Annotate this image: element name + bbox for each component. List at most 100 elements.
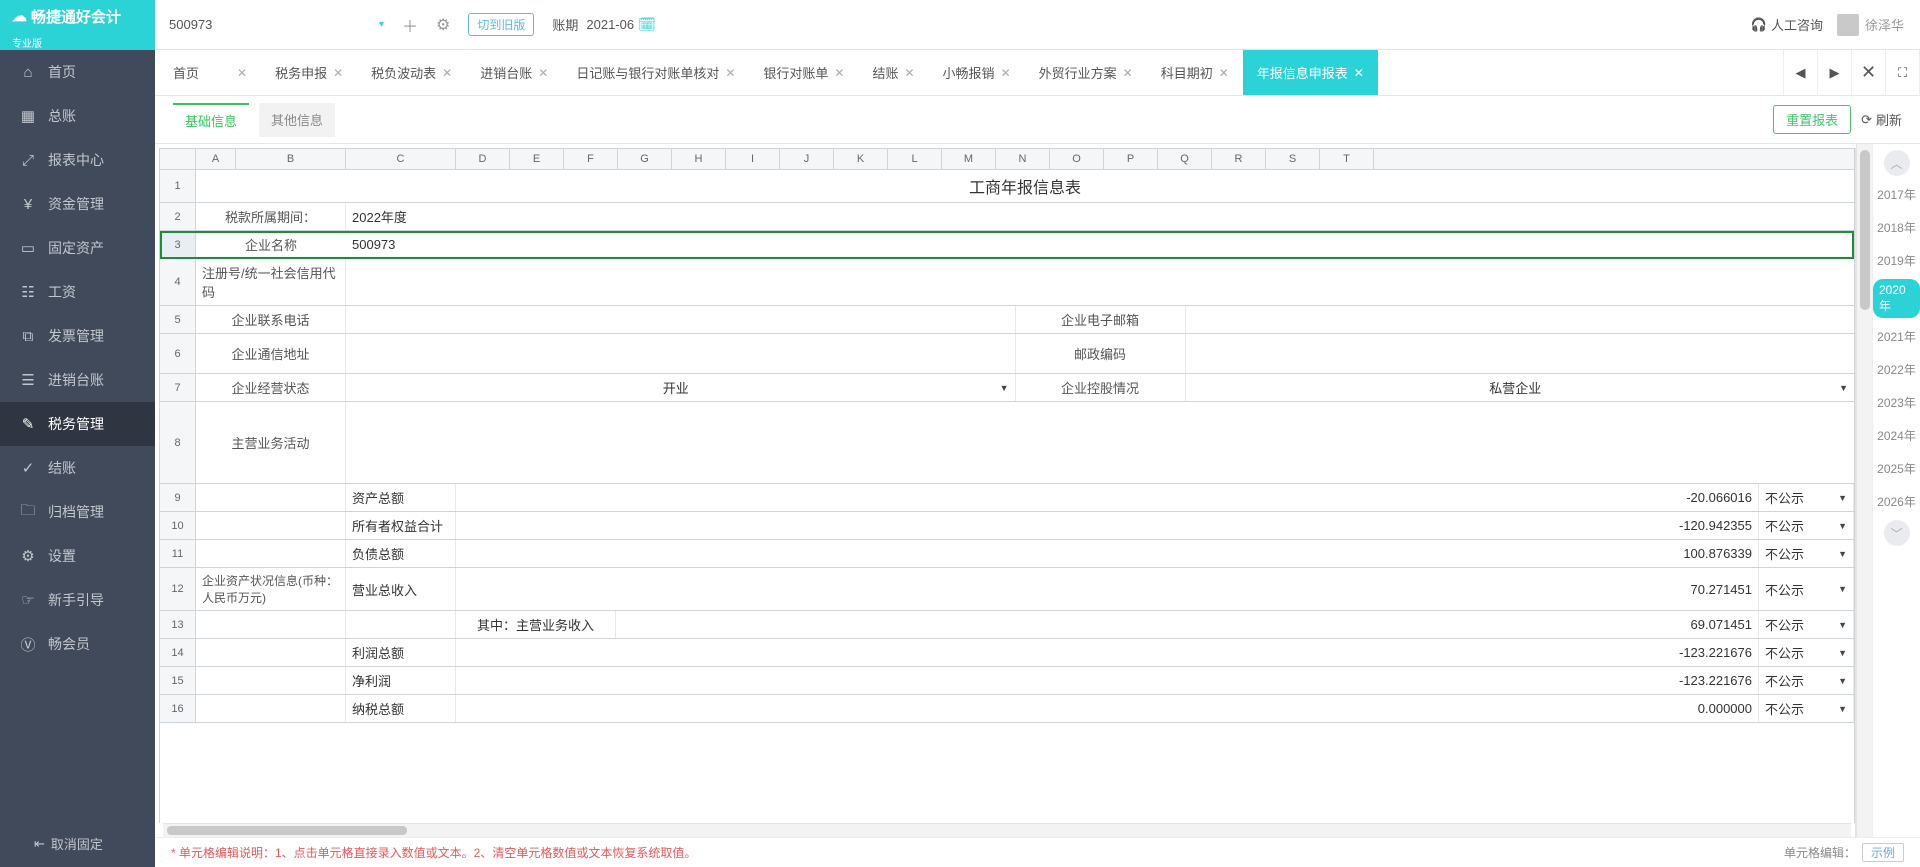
row-header[interactable]: 4: [160, 259, 196, 305]
subtab-other[interactable]: 其他信息: [259, 103, 335, 137]
year-item[interactable]: 2017年: [1873, 180, 1920, 209]
col-header[interactable]: S: [1266, 149, 1320, 169]
sidebar-item-13[interactable]: Ⓥ畅会员: [0, 622, 155, 666]
tab-9[interactable]: 外贸行业方案✕: [1025, 50, 1147, 95]
tab-close-icon[interactable]: ✕: [333, 66, 343, 80]
fin-input[interactable]: -123.221676: [456, 639, 1759, 666]
tab-close-icon[interactable]: ✕: [834, 66, 844, 80]
tab-next-button[interactable]: ▶: [1818, 50, 1852, 96]
sidebar-item-11[interactable]: ⚙设置: [0, 534, 155, 578]
phone-input[interactable]: [346, 306, 1016, 333]
tab-close-icon[interactable]: ✕: [237, 66, 247, 80]
sidebar-item-12[interactable]: ☞新手引导: [0, 578, 155, 622]
publish-select[interactable]: 不公示▼: [1759, 512, 1854, 539]
sidebar-item-1[interactable]: ▦总账: [0, 94, 155, 138]
row-header[interactable]: 10: [160, 512, 196, 539]
publish-select[interactable]: 不公示▼: [1759, 484, 1854, 511]
year-item[interactable]: 2022年: [1873, 355, 1920, 384]
tab-close-all-button[interactable]: ✕: [1852, 50, 1886, 96]
tab-close-icon[interactable]: ✕: [1354, 66, 1364, 80]
tab-close-icon[interactable]: ✕: [725, 66, 735, 80]
switch-old-button[interactable]: 切到旧版: [468, 13, 534, 36]
row-header[interactable]: 15: [160, 667, 196, 694]
publish-select[interactable]: 不公示▼: [1759, 568, 1854, 610]
vertical-scrollbar[interactable]: [1856, 144, 1872, 837]
col-header[interactable]: Q: [1158, 149, 1212, 169]
row-header[interactable]: 7: [160, 374, 196, 401]
tab-4[interactable]: 进销台账✕: [466, 50, 562, 95]
year-item[interactable]: 2026年: [1873, 487, 1920, 516]
year-item[interactable]: 2021年: [1873, 322, 1920, 351]
consult-link[interactable]: 🎧人工咨询: [1751, 15, 1823, 34]
tab-2[interactable]: 税务申报✕: [261, 50, 357, 95]
col-header[interactable]: C: [346, 149, 456, 169]
refresh-button[interactable]: ⟳刷新: [1861, 110, 1902, 129]
col-header[interactable]: L: [888, 149, 942, 169]
col-header[interactable]: G: [618, 149, 672, 169]
tab-10[interactable]: 科目期初✕: [1147, 50, 1243, 95]
col-header[interactable]: P: [1104, 149, 1158, 169]
tab-8[interactable]: 小畅报销✕: [929, 50, 1025, 95]
year-item[interactable]: 2024年: [1873, 421, 1920, 450]
tab-close-icon[interactable]: ✕: [904, 66, 914, 80]
calendar-icon[interactable]: 🗓: [638, 16, 656, 33]
col-header[interactable]: J: [780, 149, 834, 169]
publish-select[interactable]: 不公示▼: [1759, 667, 1854, 694]
main-biz-input[interactable]: [346, 402, 1854, 483]
sidebar-item-7[interactable]: ☰进销台账: [0, 358, 155, 402]
row-header[interactable]: 12: [160, 568, 196, 610]
row-header[interactable]: 5: [160, 306, 196, 333]
company-name-input[interactable]: 500973: [346, 231, 1854, 258]
example-link[interactable]: 示例: [1862, 843, 1904, 862]
sidebar-item-10[interactable]: 🗀归档管理: [0, 490, 155, 534]
period-value[interactable]: 2021-06: [586, 17, 634, 32]
regenerate-report-button[interactable]: 重置报表: [1773, 105, 1851, 134]
sidebar-item-0[interactable]: ⌂首页: [0, 50, 155, 94]
sidebar-item-9[interactable]: ✓结账: [0, 446, 155, 490]
company-selector[interactable]: 500973 ▾: [169, 17, 384, 32]
col-header[interactable]: H: [672, 149, 726, 169]
row-header[interactable]: 3: [160, 231, 196, 258]
col-header[interactable]: I: [726, 149, 780, 169]
publish-select[interactable]: 不公示▼: [1759, 695, 1854, 722]
tab-close-icon[interactable]: ✕: [1001, 66, 1011, 80]
biz-status-select[interactable]: 开业▼: [346, 374, 1016, 401]
sidebar-item-5[interactable]: ☷工资: [0, 270, 155, 314]
postal-input[interactable]: [1186, 334, 1855, 373]
sidebar-item-4[interactable]: ▭固定资产: [0, 226, 155, 270]
publish-select[interactable]: 不公示▼: [1759, 611, 1854, 638]
tab-5[interactable]: 日记账与银行对账单核对✕: [562, 50, 749, 95]
tab-close-icon[interactable]: ✕: [538, 66, 548, 80]
row-header[interactable]: 16: [160, 695, 196, 722]
col-header[interactable]: O: [1050, 149, 1104, 169]
tab-7[interactable]: 结账✕: [858, 50, 928, 95]
subtab-basic[interactable]: 基础信息: [173, 103, 249, 137]
row-header[interactable]: 2: [160, 203, 196, 230]
col-header[interactable]: B: [236, 149, 346, 169]
fin-input[interactable]: 69.071451: [616, 611, 1759, 638]
col-header[interactable]: F: [564, 149, 618, 169]
row-header[interactable]: 14: [160, 639, 196, 666]
gear-icon[interactable]: ⚙: [436, 15, 450, 35]
plus-icon[interactable]: ＋: [402, 13, 418, 37]
year-item[interactable]: 2020年: [1873, 279, 1920, 318]
row-header[interactable]: 11: [160, 540, 196, 567]
year-down-button[interactable]: ﹀: [1884, 520, 1910, 546]
year-up-button[interactable]: ︿: [1884, 150, 1910, 176]
tab-1[interactable]: ✕: [217, 50, 261, 95]
fin-input[interactable]: 0.000000: [456, 695, 1759, 722]
fin-input[interactable]: 100.876339: [456, 540, 1759, 567]
col-header[interactable]: E: [510, 149, 564, 169]
tab-prev-button[interactable]: ◀: [1784, 50, 1818, 96]
row-header[interactable]: 1: [160, 170, 196, 202]
row-header[interactable]: 6: [160, 334, 196, 373]
row-header[interactable]: 8: [160, 402, 196, 483]
tab-6[interactable]: 银行对账单✕: [749, 50, 858, 95]
tab-11[interactable]: 年报信息申报表✕: [1243, 50, 1378, 95]
col-header[interactable]: M: [942, 149, 996, 169]
tab-3[interactable]: 税负波动表✕: [357, 50, 466, 95]
fin-input[interactable]: -120.942355: [456, 512, 1759, 539]
row-header[interactable]: 9: [160, 484, 196, 511]
publish-select[interactable]: 不公示▼: [1759, 639, 1854, 666]
tab-close-icon[interactable]: ✕: [1123, 66, 1133, 80]
